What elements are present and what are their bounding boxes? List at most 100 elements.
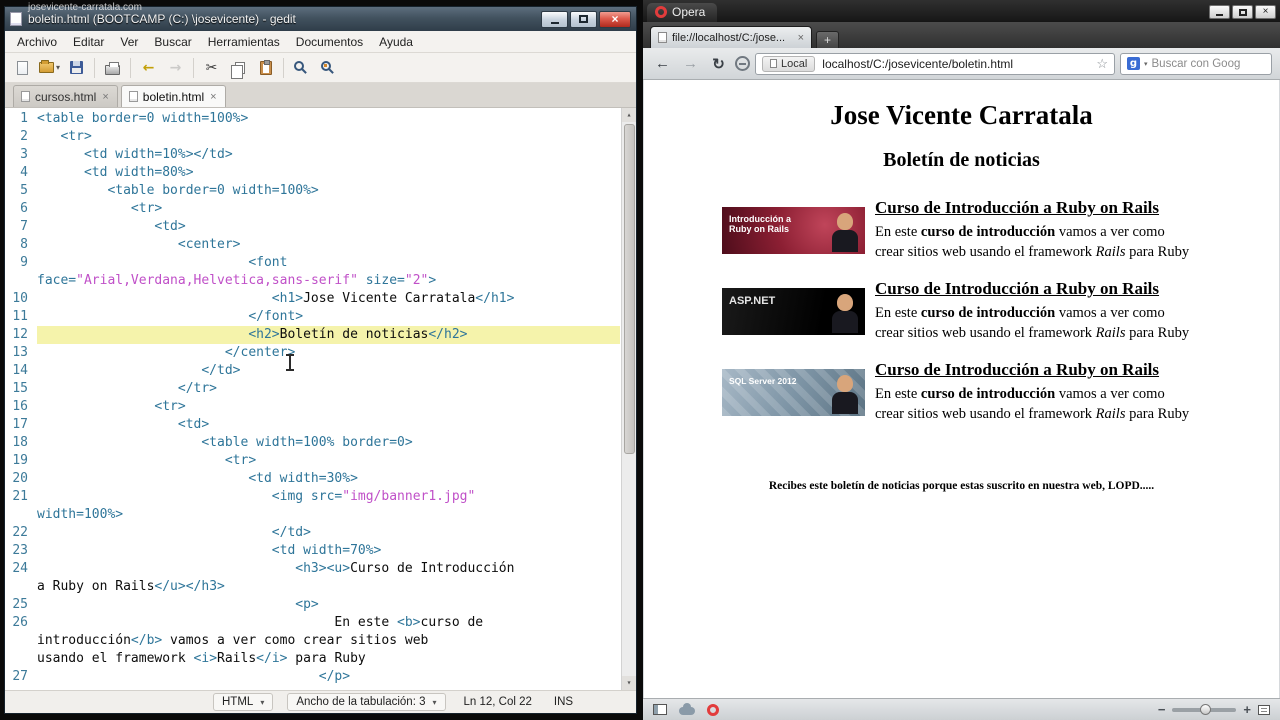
tab-cursos-html[interactable]: cursos.html × [13,85,118,107]
opera-menu-button[interactable]: Opera [647,3,718,22]
redo-button[interactable]: → [162,55,189,80]
code-line[interactable]: 8 <center> [5,236,620,254]
editor-scrollbar[interactable]: ▴ ▾ [621,108,636,690]
language-selector[interactable]: HTML ▾ [213,693,274,711]
search-field[interactable]: g ▾ Buscar con Goog [1120,52,1272,75]
bookmark-star-icon[interactable]: ☆ [1096,56,1108,72]
code-line[interactable]: width=100%> [5,506,620,524]
fit-to-width-icon[interactable] [1258,704,1270,715]
close-button[interactable]: × [599,10,631,28]
code-text: <h2>Boletín de noticias</h2> [37,327,468,342]
reload-button[interactable]: ↻ [707,53,730,75]
line-number: 11 [12,309,28,324]
undo-button[interactable]: ← [135,55,162,80]
code-line[interactable]: 25 <p> [5,596,620,614]
open-dropdown-icon[interactable]: ▾ [56,63,60,72]
code-line[interactable]: 14 </td> [5,362,620,380]
code-line[interactable]: introducción</b> vamos a ver como crear … [5,632,620,650]
code-line[interactable]: 3 <td width=10%></td> [5,146,620,164]
news-title: Curso de Introducción a Ruby on Rails [875,360,1160,380]
paste-button[interactable] [252,55,279,80]
menu-archivo[interactable]: Archivo [9,33,65,51]
banner-label: Introducción a Ruby on Rails [729,213,792,235]
code-line[interactable]: 23 <td width=70%> [5,542,620,560]
maximize-button[interactable] [570,10,597,28]
url-text[interactable]: localhost/C:/josevicente/boletin.html [822,57,1089,71]
menu-herramientas[interactable]: Herramientas [200,33,288,51]
code-line[interactable]: 11 </font> [5,308,620,326]
tab-boletin-html[interactable]: boletin.html × [120,85,226,107]
code-line[interactable]: usando el framework <i>Rails</i> para Ru… [5,650,620,668]
zoom-in-button[interactable]: + [1243,703,1251,716]
replace-button[interactable] [315,55,342,80]
panels-toggle-icon[interactable] [653,704,667,715]
new-document-button[interactable] [9,55,36,80]
tab-close-icon[interactable]: × [101,91,109,103]
minimize-button[interactable] [541,10,568,28]
opera-icon[interactable] [707,703,719,716]
code-line[interactable]: 10 <h1>Jose Vicente Carratala</h1> [5,290,620,308]
tab-close-icon[interactable]: × [209,91,217,103]
close-button[interactable]: × [1255,5,1276,19]
scroll-up-icon[interactable]: ▴ [621,108,636,122]
code-line[interactable]: 27 </p> [5,668,620,686]
zoom-slider[interactable] [1172,703,1237,715]
code-line[interactable]: 24 <h3><u>Curso de Introducción [5,560,620,578]
opera-link-cloud-icon[interactable] [679,703,695,715]
code-line[interactable]: 7 <td> [5,218,620,236]
toolbar-separator [94,57,95,78]
document-icon [21,91,30,102]
tab-close-icon[interactable]: × [798,32,804,44]
zoom-slider-thumb[interactable] [1200,703,1212,715]
menu-editar[interactable]: Editar [65,33,112,51]
code-line[interactable]: 1 <table border=0 width=100%> [5,110,620,128]
code-line[interactable]: 18 <table width=100% border=0> [5,434,620,452]
minimize-button[interactable] [1209,5,1230,19]
browser-tab[interactable]: file://localhost/C:/jose... × [650,26,812,48]
code-line[interactable]: 17 <td> [5,416,620,434]
code-line[interactable]: a Ruby on Rails</u></h3> [5,578,620,596]
tab-label: file://localhost/C:/jose... [672,31,786,44]
menu-buscar[interactable]: Buscar [146,33,199,51]
maximize-button[interactable] [1232,5,1253,19]
find-button[interactable] [288,55,315,80]
code-line[interactable]: 2 <tr> [5,128,620,146]
code-line[interactable]: 5 <table border=0 width=100%> [5,182,620,200]
print-button[interactable] [99,55,126,80]
code-editor[interactable]: 1 <table border=0 width=100%> 2 <tr> 3 <td … [5,108,636,690]
code-line[interactable]: 16 <tr> [5,398,620,416]
menu-ver[interactable]: Ver [112,33,146,51]
code-line[interactable]: 6 <tr> [5,200,620,218]
code-line[interactable]: 13 </center> [5,344,620,362]
code-line[interactable]: face="Arial,Verdana,Helvetica,sans-serif… [5,272,620,290]
back-button[interactable]: ← [651,53,674,75]
cut-button[interactable]: ✂ [198,55,225,80]
copy-button[interactable] [225,55,252,80]
code-line[interactable]: 12 <h2>Boletín de noticias</h2> [5,326,620,344]
scroll-down-icon[interactable]: ▾ [621,676,636,690]
code-line[interactable]: 20 <td width=30%> [5,470,620,488]
menu-ayuda[interactable]: Ayuda [371,33,421,51]
zoom-out-button[interactable]: − [1158,703,1166,716]
dropdown-icon: ▾ [260,697,265,707]
opera-titlebar[interactable]: Opera × [643,0,1280,22]
forward-button[interactable]: → [679,53,702,75]
menu-documentos[interactable]: Documentos [288,33,371,51]
address-bar[interactable]: Local localhost/C:/josevicente/boletin.h… [755,52,1115,75]
new-tab-button[interactable]: + [816,31,839,48]
code-line[interactable]: 22 </td> [5,524,620,542]
opera-turbo-icon[interactable] [735,56,750,71]
code-line[interactable]: 15 </tr> [5,380,620,398]
local-badge[interactable]: Local [762,55,816,72]
search-engine-dropdown-icon[interactable]: ▾ [1144,60,1148,68]
open-button[interactable]: ▾ [36,55,63,80]
code-line[interactable]: 26 En este <b>curso de [5,614,620,632]
code-line[interactable]: 19 <tr> [5,452,620,470]
code-line[interactable]: 9 <font [5,254,620,272]
code-line[interactable]: 4 <td width=80%> [5,164,620,182]
save-button[interactable] [63,55,90,80]
code-area[interactable]: 1 <table border=0 width=100%> 2 <tr> 3 <td … [5,108,620,690]
tab-width-selector[interactable]: Ancho de la tabulación: 3 ▾ [287,693,446,711]
scrollbar-thumb[interactable] [623,124,635,454]
code-line[interactable]: 21 <img src="img/banner1.jpg" [5,488,620,506]
